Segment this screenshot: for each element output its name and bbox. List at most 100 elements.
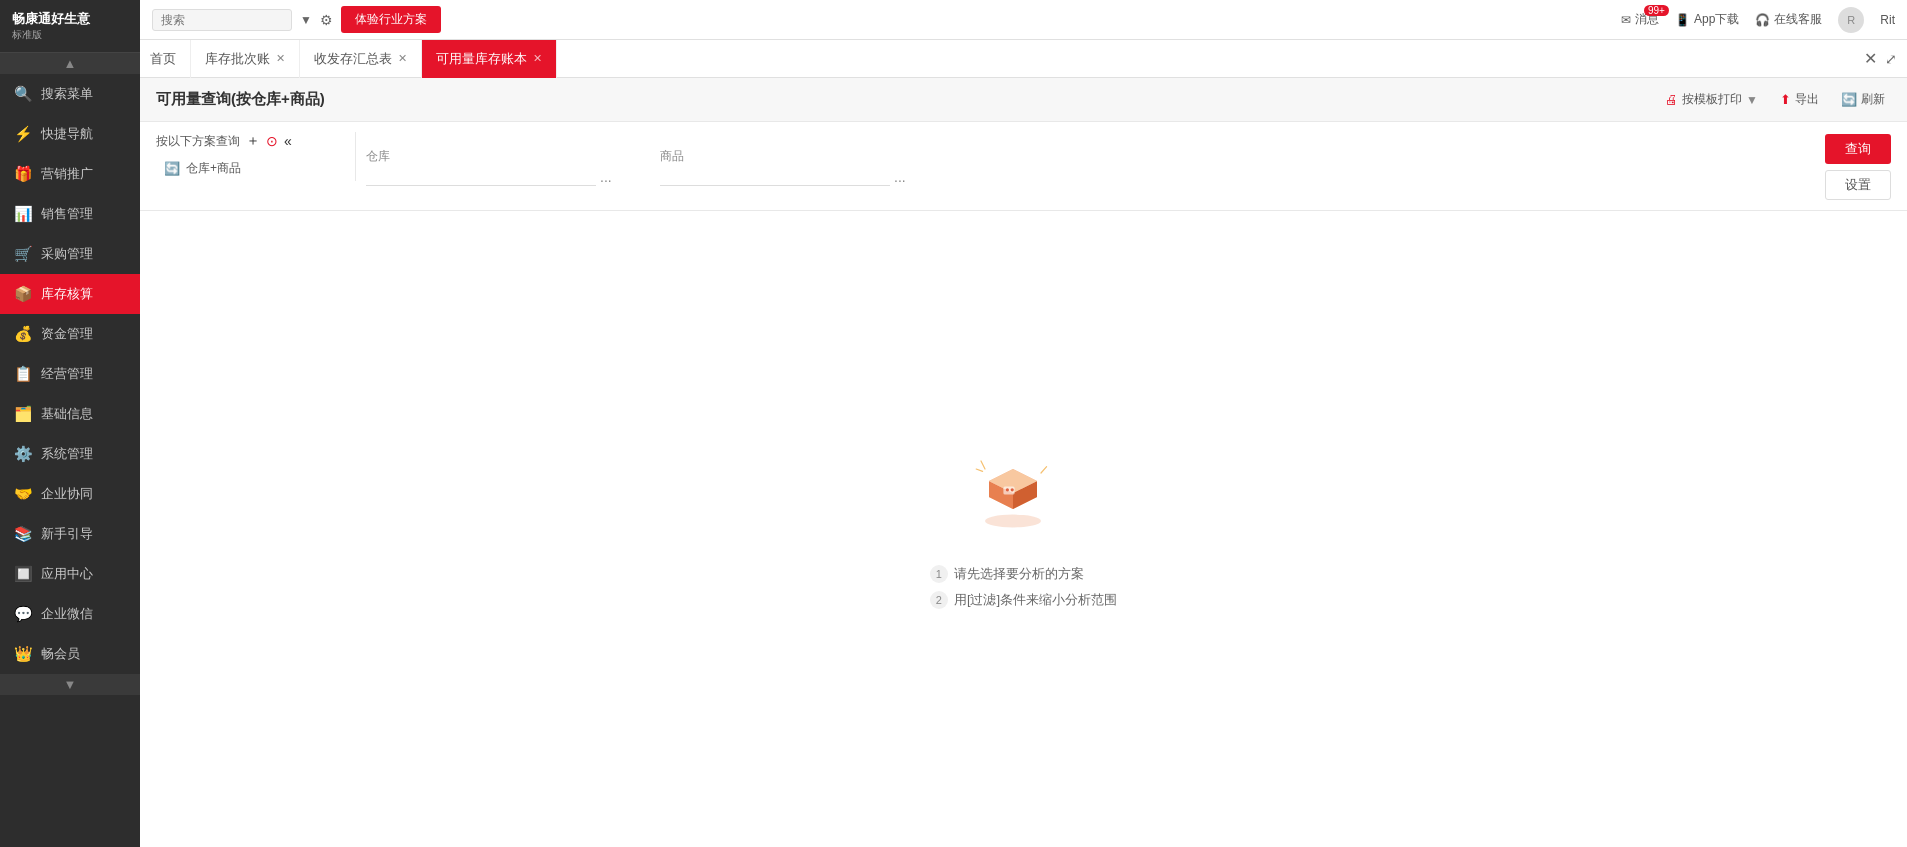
enterprise-icon: 🤝 xyxy=(14,485,33,503)
gear-icon[interactable]: ⚙ xyxy=(320,12,333,28)
filter-collapse-btn[interactable]: « xyxy=(284,133,292,149)
export-label: 导出 xyxy=(1795,91,1819,108)
tabs-expand-btn[interactable]: ⤢ xyxy=(1885,51,1897,67)
new-user-icon: 📚 xyxy=(14,525,33,543)
hint-num-1: 1 xyxy=(930,565,948,583)
sidebar-item-inventory[interactable]: 📦 库存核算 xyxy=(0,274,140,314)
page-actions: 🖨 按模板打印 ▼ ⬆ 导出 🔄 刷新 xyxy=(1659,88,1891,111)
empty-hints: 1 请先选择要分析的方案 2 用[过滤]条件来缩小分析范围 xyxy=(930,565,1117,609)
content-area: 1 请先选择要分析的方案 2 用[过滤]条件来缩小分析范围 xyxy=(140,211,1907,847)
sidebar-item-sales[interactable]: 📊 销售管理 xyxy=(0,194,140,234)
username: Rit xyxy=(1880,13,1895,27)
sidebar-label-finance: 资金管理 xyxy=(41,325,93,343)
online-service-btn[interactable]: 🎧 在线客服 xyxy=(1755,11,1822,28)
finance-icon: 💰 xyxy=(14,325,33,343)
product-dots-btn[interactable]: ... xyxy=(894,169,906,185)
filter-scheme-item[interactable]: 🔄 仓库+商品 xyxy=(156,156,339,181)
sidebar-label-purchase: 采购管理 xyxy=(41,245,93,263)
sidebar-item-member[interactable]: 👑 畅会员 xyxy=(0,634,140,674)
app-center-icon: 🔲 xyxy=(14,565,33,583)
refresh-btn[interactable]: 🔄 刷新 xyxy=(1835,88,1891,111)
tab-collect-summary-label: 收发存汇总表 xyxy=(314,50,392,68)
sidebar-label-new-user: 新手引导 xyxy=(41,525,93,543)
sidebar-label-wechat: 企业微信 xyxy=(41,605,93,623)
export-btn[interactable]: ⬆ 导出 xyxy=(1774,88,1825,111)
filter-setting-btn[interactable]: ⊙ xyxy=(266,133,278,149)
svg-point-7 xyxy=(1006,488,1009,491)
empty-illustration xyxy=(973,449,1073,549)
warehouse-input[interactable] xyxy=(366,167,596,186)
page-header: 可用量查询(按仓库+商品) 🖨 按模板打印 ▼ ⬆ 导出 🔄 刷新 xyxy=(140,78,1907,122)
filter-add-btn[interactable]: ＋ xyxy=(246,132,260,150)
sidebar-label-sales: 销售管理 xyxy=(41,205,93,223)
tab-home-label: 首页 xyxy=(150,50,176,68)
sidebar-item-search[interactable]: 🔍 搜索菜单 xyxy=(0,74,140,114)
system-icon: ⚙️ xyxy=(14,445,33,463)
tabs-right-actions: ✕ ⤢ xyxy=(1864,49,1897,68)
refresh-icon: 🔄 xyxy=(1841,92,1857,107)
wechat-icon: 💬 xyxy=(14,605,33,623)
sidebar-item-purchase[interactable]: 🛒 采购管理 xyxy=(0,234,140,274)
search-nav-icon: 🔍 xyxy=(14,85,33,103)
print-dropdown-icon[interactable]: ▼ xyxy=(1746,93,1758,107)
dropdown-icon[interactable]: ▼ xyxy=(300,13,312,27)
filter-bar: 按以下方案查询 ＋ ⊙ « 🔄 仓库+商品 仓库 ... 商品 xyxy=(140,122,1907,211)
member-icon: 👑 xyxy=(14,645,33,663)
sidebar-scroll-up[interactable]: ▲ xyxy=(0,53,140,74)
product-field: 商品 ... xyxy=(660,148,940,186)
empty-hint-2: 2 用[过滤]条件来缩小分析范围 xyxy=(930,591,1117,609)
tab-collect-summary-close[interactable]: ✕ xyxy=(398,52,407,65)
app-download-btn[interactable]: 📱 App下载 xyxy=(1675,11,1739,28)
sidebar-item-quick-nav[interactable]: ⚡ 快捷导航 xyxy=(0,114,140,154)
mobile-icon: 📱 xyxy=(1675,13,1690,27)
sidebar-item-app-center[interactable]: 🔲 应用中心 xyxy=(0,554,140,594)
warehouse-field: 仓库 ... xyxy=(366,148,646,186)
sidebar-label-operations: 经营管理 xyxy=(41,365,93,383)
svg-point-0 xyxy=(985,515,1041,528)
sidebar-item-finance[interactable]: 💰 资金管理 xyxy=(0,314,140,354)
print-label: 按模板打印 xyxy=(1682,91,1742,108)
sidebar-label-member: 畅会员 xyxy=(41,645,80,663)
marketing-icon: 🎁 xyxy=(14,165,33,183)
tab-collect-summary[interactable]: 收发存汇总表 ✕ xyxy=(300,40,422,78)
tab-available-qty-close[interactable]: ✕ xyxy=(533,52,542,65)
svg-line-11 xyxy=(1041,467,1047,473)
industry-btn[interactable]: 体验行业方案 xyxy=(341,6,441,33)
print-btn[interactable]: 🖨 按模板打印 ▼ xyxy=(1659,88,1764,111)
settings-button[interactable]: 设置 xyxy=(1825,170,1891,200)
tab-available-qty[interactable]: 可用量库存账本 ✕ xyxy=(422,40,557,78)
warehouse-dots-btn[interactable]: ... xyxy=(600,169,612,185)
search-input[interactable] xyxy=(152,9,292,31)
sidebar-scroll-down[interactable]: ▼ xyxy=(0,674,140,695)
sidebar-logo: 畅康通好生意 标准版 xyxy=(0,0,140,53)
sidebar-label-search: 搜索菜单 xyxy=(41,85,93,103)
filter-action-btns: 查询 设置 xyxy=(1825,134,1891,200)
avatar[interactable]: R xyxy=(1838,7,1864,33)
sidebar-label-quick-nav: 快捷导航 xyxy=(41,125,93,143)
tabs-close-all-btn[interactable]: ✕ xyxy=(1864,49,1877,68)
sidebar-item-system[interactable]: ⚙️ 系统管理 xyxy=(0,434,140,474)
sidebar-item-basic-info[interactable]: 🗂️ 基础信息 xyxy=(0,394,140,434)
tabs-bar: 首页 库存批次账 ✕ 收发存汇总表 ✕ 可用量库存账本 ✕ ✕ ⤢ xyxy=(140,40,1907,78)
sidebar-item-wechat[interactable]: 💬 企业微信 xyxy=(0,594,140,634)
tab-home[interactable]: 首页 xyxy=(150,40,191,78)
warehouse-label: 仓库 xyxy=(366,148,646,165)
sidebar-item-marketing[interactable]: 🎁 营销推广 xyxy=(0,154,140,194)
tab-batch-account[interactable]: 库存批次账 ✕ xyxy=(191,40,300,78)
query-button[interactable]: 查询 xyxy=(1825,134,1891,164)
hint-text-2: 用[过滤]条件来缩小分析范围 xyxy=(954,591,1117,609)
sidebar-item-enterprise[interactable]: 🤝 企业协同 xyxy=(0,474,140,514)
message-btn[interactable]: ✉ 消息 99+ xyxy=(1621,11,1659,28)
headset-icon: 🎧 xyxy=(1755,13,1770,27)
refresh-label: 刷新 xyxy=(1861,91,1885,108)
product-input[interactable] xyxy=(660,167,890,186)
scheme-icon: 🔄 xyxy=(164,161,180,176)
sidebar-item-new-user[interactable]: 📚 新手引导 xyxy=(0,514,140,554)
sidebar-item-operations[interactable]: 📋 经营管理 xyxy=(0,354,140,394)
tab-batch-account-close[interactable]: ✕ xyxy=(276,52,285,65)
message-badge: 99+ xyxy=(1644,5,1669,16)
sidebar: 畅康通好生意 标准版 ▲ 🔍 搜索菜单 ⚡ 快捷导航 🎁 营销推广 📊 销售管理… xyxy=(0,0,140,847)
purchase-icon: 🛒 xyxy=(14,245,33,263)
tab-available-qty-label: 可用量库存账本 xyxy=(436,50,527,68)
topbar: ▼ ⚙ 体验行业方案 ✉ 消息 99+ 📱 App下载 🎧 在线客服 R Rit xyxy=(140,0,1907,40)
